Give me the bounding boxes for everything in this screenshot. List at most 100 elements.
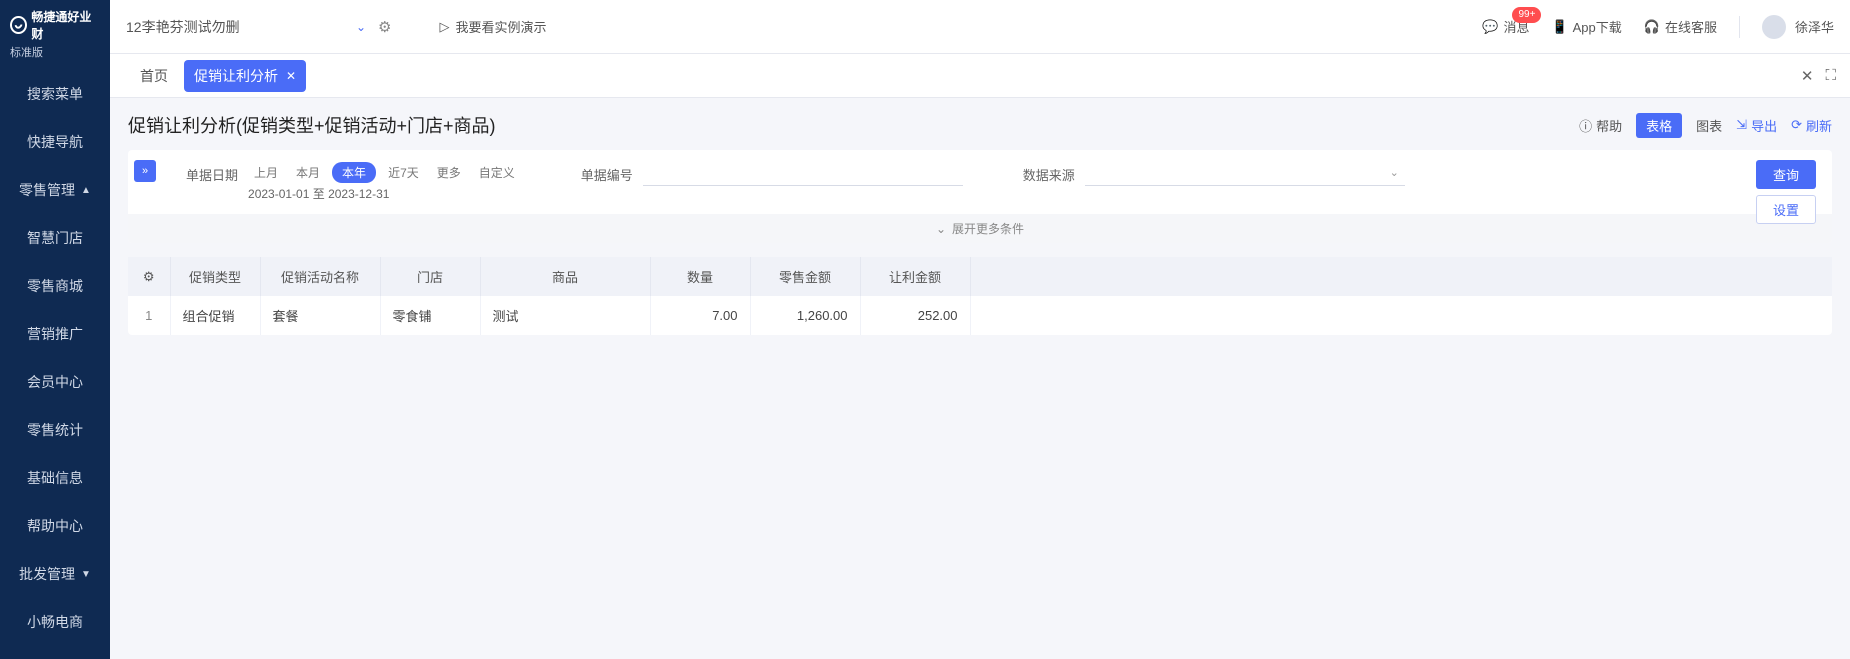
- support-button[interactable]: 🎧 在线客服: [1644, 17, 1717, 36]
- filter-date-label: 单据日期: [186, 162, 238, 184]
- preset-thisyear[interactable]: 本年: [332, 162, 376, 183]
- collapse-filters-button[interactable]: »: [134, 160, 156, 182]
- help-label: 帮助: [1596, 116, 1622, 135]
- date-presets: 上月 本月 本年 近7天 更多 自定义: [248, 162, 521, 183]
- headset-icon: 🎧: [1644, 19, 1660, 35]
- fullscreen-icon[interactable]: ⛶: [1825, 67, 1836, 84]
- caret-up-icon: ▲: [81, 185, 91, 196]
- messages-badge: 99+: [1512, 7, 1541, 23]
- col-store[interactable]: 门店: [380, 257, 480, 296]
- support-label: 在线客服: [1665, 17, 1717, 36]
- col-spacer: [970, 257, 1832, 296]
- help-icon: ⓘ: [1579, 116, 1592, 135]
- col-qty[interactable]: 数量: [650, 257, 750, 296]
- page-title: 促销让利分析(促销类型+促销活动+门店+商品): [128, 112, 496, 138]
- preset-more[interactable]: 更多: [431, 162, 467, 183]
- export-button[interactable]: ⇲ 导出: [1736, 116, 1777, 135]
- sidebar-quicknav[interactable]: 快捷导航: [0, 118, 110, 166]
- source-select[interactable]: [1085, 162, 1405, 186]
- close-icon[interactable]: ✕: [286, 69, 296, 83]
- user-menu[interactable]: 徐泽华: [1762, 15, 1834, 39]
- cell-discount: 252.00: [860, 296, 970, 335]
- sidebar-item-basicinfo[interactable]: 基础信息: [0, 454, 110, 502]
- title-row: 促销让利分析(促销类型+促销活动+门店+商品) ⓘ 帮助 表格 图表 ⇲ 导出 …: [128, 112, 1832, 138]
- caret-down-icon: ▼: [81, 569, 91, 580]
- demo-label: 我要看实例演示: [455, 17, 546, 36]
- col-product[interactable]: 商品: [480, 257, 650, 296]
- topbar: 12李艳芬测试勿删 ⌄ ⚙ ▷ 我要看实例演示 💬 消息 99+ 📱 App下载: [110, 0, 1850, 54]
- sidebar-item-ecommerce[interactable]: 小畅电商: [0, 598, 110, 646]
- sidebar-item-member[interactable]: 会员中心: [0, 358, 110, 406]
- refresh-button[interactable]: ⟳ 刷新: [1791, 116, 1832, 135]
- sidebar: 畅捷通好业财 标准版 搜索菜单 快捷导航 零售管理 ▲ 智慧门店 零售商城 营销…: [0, 0, 110, 659]
- col-promo-type[interactable]: 促销类型: [170, 257, 260, 296]
- sidebar-group-retail[interactable]: 零售管理 ▲: [0, 166, 110, 214]
- content: 促销让利分析(促销类型+促销活动+门店+商品) ⓘ 帮助 表格 图表 ⇲ 导出 …: [110, 98, 1850, 659]
- user-name: 徐泽华: [1795, 17, 1834, 36]
- logo-icon: [10, 16, 27, 34]
- sidebar-item-stats[interactable]: 零售统计: [0, 406, 110, 454]
- expand-label: 展开更多条件: [952, 220, 1024, 237]
- view-table-button[interactable]: 表格: [1636, 113, 1682, 138]
- sidebar-group-wholesale-label: 批发管理: [19, 564, 75, 584]
- results-table: ⚙ 促销类型 促销活动名称 门店 商品 数量 零售金额 让利金额: [128, 257, 1832, 335]
- filter-date: 单据日期 上月 本月 本年 近7天 更多 自定义 2023-01-01 至 20…: [186, 162, 521, 202]
- table-settings-header[interactable]: ⚙: [128, 257, 170, 296]
- preset-custom[interactable]: 自定义: [473, 162, 521, 183]
- tab-home[interactable]: 首页: [124, 54, 184, 98]
- col-discount[interactable]: 让利金额: [860, 257, 970, 296]
- settings-icon[interactable]: ⚙: [378, 18, 391, 36]
- tenant-name: 12李艳芬测试勿删: [126, 17, 240, 37]
- close-all-icon[interactable]: ✕: [1801, 67, 1814, 85]
- brand-logo: 畅捷通好业财: [0, 0, 110, 44]
- tabs-row: 首页 促销让利分析 ✕ ✕ ⛶: [110, 54, 1850, 98]
- cell-store: 零食铺: [380, 296, 480, 335]
- download-label: App下载: [1573, 17, 1622, 36]
- sidebar-group-wholesale[interactable]: 批发管理 ▼: [0, 550, 110, 598]
- demo-link[interactable]: ▷ 我要看实例演示: [439, 17, 546, 36]
- help-button[interactable]: ⓘ 帮助: [1579, 116, 1622, 135]
- cell-type: 组合促销: [170, 296, 260, 335]
- tab-promo-analysis[interactable]: 促销让利分析 ✕: [184, 60, 306, 92]
- date-range: 2023-01-01 至 2023-12-31: [248, 185, 521, 202]
- table-row[interactable]: 1 组合促销 套餐 零食铺 测试 7.00 1,260.00 252.00: [128, 296, 1832, 335]
- col-amount[interactable]: 零售金额: [750, 257, 860, 296]
- refresh-icon: ⟳: [1791, 117, 1802, 133]
- cell-spacer: [970, 296, 1832, 335]
- tenant-selector[interactable]: 12李艳芬测试勿删 ⌄: [126, 17, 366, 37]
- sidebar-item-marketing[interactable]: 营销推广: [0, 310, 110, 358]
- cell-product: 测试: [480, 296, 650, 335]
- export-icon: ⇲: [1736, 117, 1747, 133]
- query-button[interactable]: 查询: [1756, 160, 1816, 189]
- chevron-down-icon: ⌄: [356, 20, 366, 34]
- filter-source: 数据来源 ⌄: [1023, 162, 1405, 186]
- expand-filters-button[interactable]: ⌄ 展开更多条件: [128, 214, 1832, 243]
- phone-icon: 📱: [1551, 19, 1567, 35]
- table-header-row: ⚙ 促销类型 促销活动名称 门店 商品 数量 零售金额 让利金额: [128, 257, 1832, 296]
- messages-button[interactable]: 💬 消息 99+: [1482, 17, 1529, 36]
- preset-thismonth[interactable]: 本月: [290, 162, 326, 183]
- preset-7days[interactable]: 近7天: [382, 162, 425, 183]
- sidebar-item-mall[interactable]: 零售商城: [0, 262, 110, 310]
- avatar: [1762, 15, 1786, 39]
- col-activity[interactable]: 促销活动名称: [260, 257, 380, 296]
- double-chevron-down-icon: ⌄: [936, 222, 946, 236]
- filter-docno-label: 单据编号: [581, 162, 633, 184]
- preset-lastmonth[interactable]: 上月: [248, 162, 284, 183]
- cell-qty: 7.00: [650, 296, 750, 335]
- docno-input[interactable]: [643, 162, 963, 186]
- sidebar-search[interactable]: 搜索菜单: [0, 70, 110, 118]
- play-icon: ▷: [439, 19, 449, 35]
- view-chart-button[interactable]: 图表: [1696, 116, 1722, 135]
- filter-settings-button[interactable]: 设置: [1756, 195, 1816, 224]
- sidebar-group-retail-label: 零售管理: [19, 180, 75, 200]
- filter-docno: 单据编号: [581, 162, 963, 186]
- brand-name: 畅捷通好业财: [31, 8, 100, 42]
- chat-icon: 💬: [1482, 19, 1498, 35]
- app-download-button[interactable]: 📱 App下载: [1551, 17, 1621, 36]
- main-area: 12李艳芬测试勿删 ⌄ ⚙ ▷ 我要看实例演示 💬 消息 99+ 📱 App下载: [110, 0, 1850, 659]
- sidebar-item-smartstore[interactable]: 智慧门店: [0, 214, 110, 262]
- cell-amount: 1,260.00: [750, 296, 860, 335]
- sidebar-item-help[interactable]: 帮助中心: [0, 502, 110, 550]
- cell-activity: 套餐: [260, 296, 380, 335]
